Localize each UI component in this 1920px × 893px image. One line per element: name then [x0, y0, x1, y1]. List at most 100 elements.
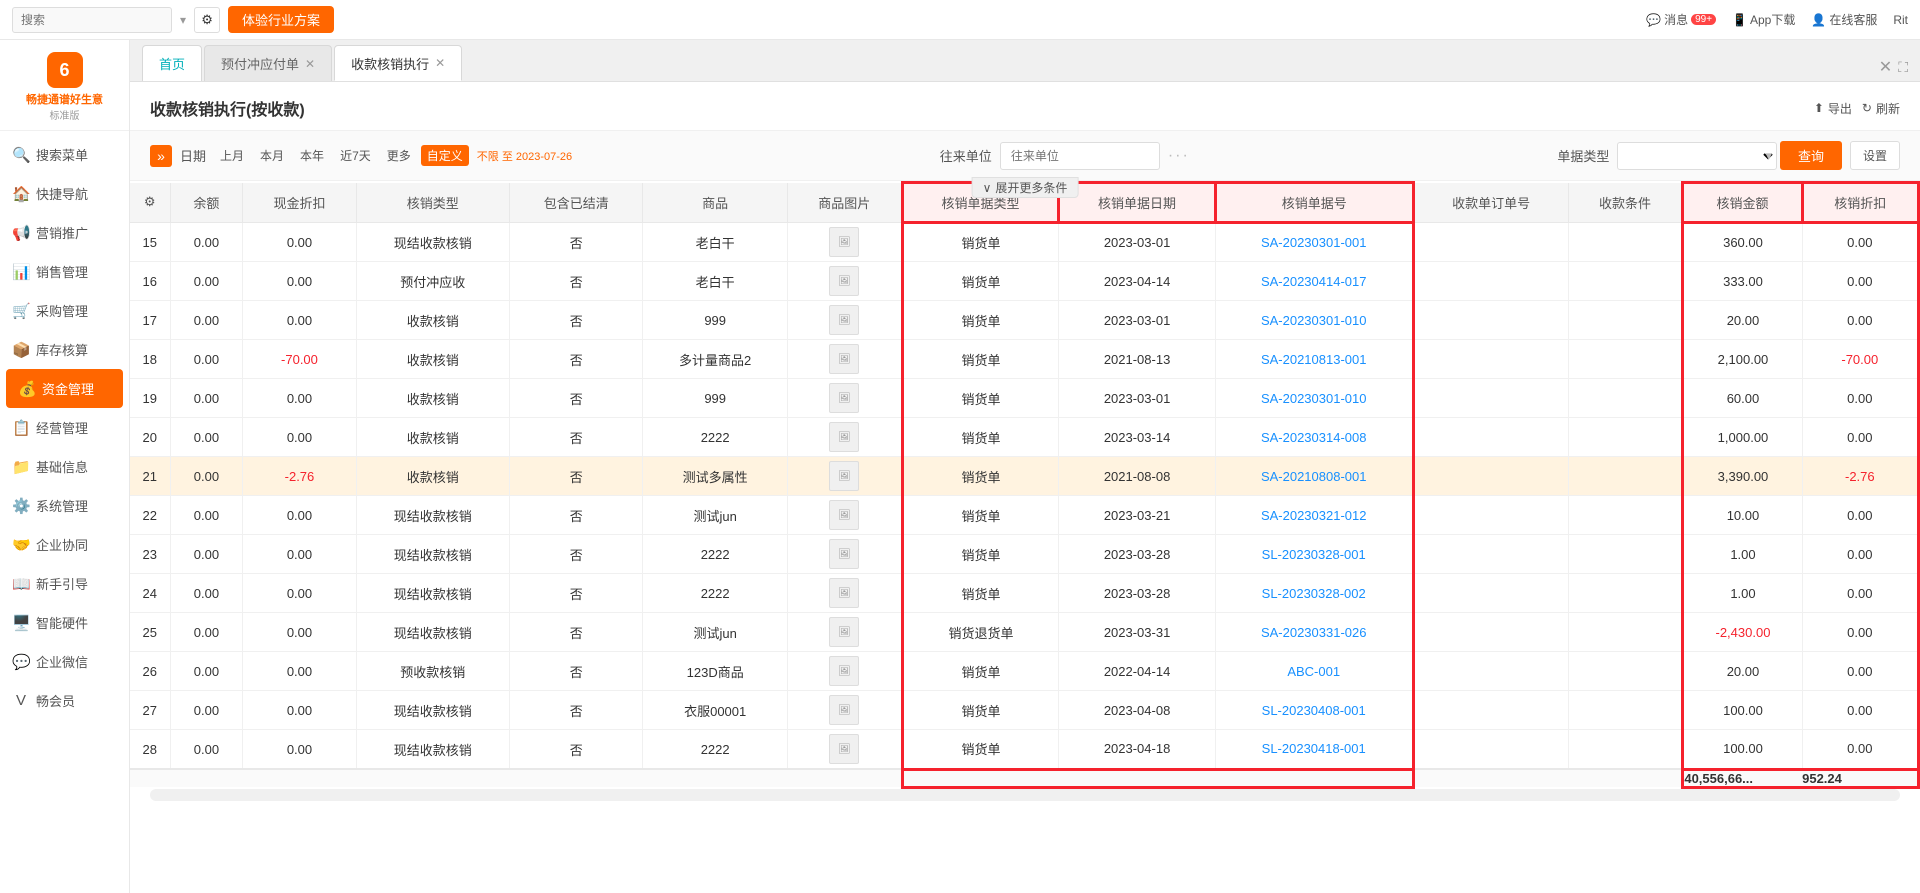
sidebar-item-member[interactable]: V 畅会员	[0, 681, 129, 720]
date-chip-more[interactable]: 更多	[381, 145, 417, 166]
sidebar-item-wechat[interactable]: 💬 企业微信	[0, 642, 129, 681]
sidebar-item-system[interactable]: ⚙️ 系统管理	[0, 486, 129, 525]
app-download-button[interactable]: 📱 App下载	[1732, 11, 1795, 28]
user-area[interactable]: Rit	[1893, 13, 1908, 27]
sidebar-item-inventory[interactable]: 📦 库存核算	[0, 330, 129, 369]
row-writeoff-type: 现结收款核销	[356, 730, 510, 770]
row-voucher-type: 销货单	[902, 340, 1059, 379]
row-writeoff-amount: 10.00	[1683, 496, 1802, 535]
counterpart-input[interactable]	[1000, 142, 1160, 170]
row-voucher-no[interactable]: SA-20230301-010	[1215, 301, 1413, 340]
row-writeoff-discount: 0.00	[1802, 691, 1918, 730]
row-voucher-type: 销货单	[902, 301, 1059, 340]
row-voucher-date: 2023-03-28	[1059, 535, 1216, 574]
row-voucher-no[interactable]: SA-20230414-017	[1215, 262, 1413, 301]
tab-home[interactable]: 首页	[142, 45, 202, 81]
row-cash-discount: 0.00	[243, 301, 356, 340]
row-voucher-no[interactable]: SA-20230321-012	[1215, 496, 1413, 535]
window-close-icon[interactable]: ✕	[1879, 57, 1892, 77]
online-service-button[interactable]: 👤 在线客服	[1811, 11, 1877, 28]
row-payment-terms	[1568, 652, 1683, 691]
row-goods: 测试多属性	[643, 457, 788, 496]
row-voucher-no[interactable]: SA-20230314-008	[1215, 418, 1413, 457]
top-search-input[interactable]	[12, 7, 172, 33]
tab-prepay-close-icon[interactable]: ✕	[305, 57, 315, 71]
date-chip-this-year[interactable]: 本年	[294, 145, 330, 166]
footer-writeoff-amount: 40,556,66...	[1683, 769, 1802, 787]
window-maximize-icon[interactable]: ⛶	[1898, 59, 1908, 76]
row-voucher-no[interactable]: SA-20210808-001	[1215, 457, 1413, 496]
column-settings-icon[interactable]: ⚙	[144, 194, 156, 209]
date-filter-group: 上月 本月 本年 近7天 更多 自定义	[214, 145, 469, 166]
row-voucher-no[interactable]: SA-20230331-026	[1215, 613, 1413, 652]
row-voucher-type: 销货单	[902, 574, 1059, 613]
row-number: 22	[130, 496, 170, 535]
row-voucher-date: 2023-03-01	[1059, 379, 1216, 418]
row-balance: 0.00	[170, 613, 243, 652]
row-payment-terms	[1568, 457, 1683, 496]
row-balance: 0.00	[170, 301, 243, 340]
tab-writeoff-close-icon[interactable]: ✕	[435, 56, 445, 70]
table-row: 150.000.00现结收款核销否老白干🖼销货单2023-03-01SA-202…	[130, 223, 1919, 262]
trial-button[interactable]: 体验行业方案	[228, 6, 334, 33]
row-balance: 0.00	[170, 574, 243, 613]
inventory-icon: 📦	[12, 341, 30, 359]
date-chip-last-month[interactable]: 上月	[214, 145, 250, 166]
filter-setting-button[interactable]: 设置	[1850, 141, 1900, 170]
sidebar-item-guide[interactable]: 📖 新手引导	[0, 564, 129, 603]
expand-filter-button[interactable]: »	[150, 145, 172, 167]
row-include-settled: 否	[510, 496, 643, 535]
row-voucher-no[interactable]: SL-20230408-001	[1215, 691, 1413, 730]
row-voucher-no[interactable]: SL-20230418-001	[1215, 730, 1413, 770]
row-receipt-order-no	[1413, 301, 1568, 340]
horizontal-scrollbar[interactable]	[150, 789, 1900, 801]
sidebar-item-operation[interactable]: 📋 经营管理	[0, 408, 129, 447]
row-payment-terms	[1568, 574, 1683, 613]
dropdown-arrow-icon[interactable]: ▾	[180, 13, 186, 27]
row-voucher-no[interactable]: SA-20230301-001	[1215, 223, 1413, 262]
row-goods-img: 🖼	[787, 613, 902, 652]
sidebar-item-search[interactable]: 🔍 搜索菜单	[0, 135, 129, 174]
table-row: 180.00-70.00收款核销否多计量商品2🖼销货单2021-08-13SA-…	[130, 340, 1919, 379]
table-body: 150.000.00现结收款核销否老白干🖼销货单2023-03-01SA-202…	[130, 223, 1919, 770]
date-chip-this-month[interactable]: 本月	[254, 145, 290, 166]
row-voucher-no[interactable]: SA-20230301-010	[1215, 379, 1413, 418]
message-button[interactable]: 💬 消息 99+	[1646, 11, 1716, 28]
row-receipt-order-no	[1413, 340, 1568, 379]
row-number: 25	[130, 613, 170, 652]
row-goods: 测试jun	[643, 613, 788, 652]
tab-writeoff[interactable]: 收款核销执行 ✕	[334, 45, 462, 81]
row-voucher-no[interactable]: SA-20210813-001	[1215, 340, 1413, 379]
tab-prepay[interactable]: 预付冲应付单 ✕	[204, 45, 332, 81]
goods-image: 🖼	[829, 539, 859, 569]
table-row: 230.000.00现结收款核销否2222🖼销货单2023-03-28SL-20…	[130, 535, 1919, 574]
query-button[interactable]: 查询	[1780, 141, 1842, 170]
col-header-settings[interactable]: ⚙	[130, 183, 170, 223]
sidebar-item-sales[interactable]: 📊 销售管理	[0, 252, 129, 291]
sidebar-item-purchase[interactable]: 🛒 采购管理	[0, 291, 129, 330]
date-chip-custom[interactable]: 自定义	[421, 145, 469, 166]
row-include-settled: 否	[510, 223, 643, 262]
guide-icon: 📖	[12, 575, 30, 593]
row-voucher-no[interactable]: SL-20230328-002	[1215, 574, 1413, 613]
row-voucher-no[interactable]: SL-20230328-001	[1215, 535, 1413, 574]
goods-image: 🖼	[829, 305, 859, 335]
refresh-button[interactable]: ↻ 刷新	[1862, 100, 1900, 117]
export-button[interactable]: ⬆ 导出	[1814, 100, 1852, 117]
sidebar-item-collab[interactable]: 🤝 企业协同	[0, 525, 129, 564]
row-writeoff-type: 现结收款核销	[356, 613, 510, 652]
sidebar-item-finance[interactable]: 💰 资金管理	[6, 369, 123, 408]
date-chip-7days[interactable]: 近7天	[334, 145, 377, 166]
voucher-type-select[interactable]	[1617, 142, 1777, 170]
sidebar-item-shortcut[interactable]: 🏠 快捷导航	[0, 174, 129, 213]
settings-gear-btn[interactable]: ⚙	[194, 7, 220, 33]
row-cash-discount: 0.00	[243, 691, 356, 730]
counterpart-dots-icon[interactable]: ···	[1168, 147, 1190, 165]
row-payment-terms	[1568, 418, 1683, 457]
row-voucher-no[interactable]: ABC-001	[1215, 652, 1413, 691]
sidebar-item-base[interactable]: 📁 基础信息	[0, 447, 129, 486]
expand-more-button[interactable]: ∨ 展开更多条件	[972, 177, 1079, 198]
goods-image: 🖼	[829, 227, 859, 257]
sidebar-item-hardware[interactable]: 🖥️ 智能硬件	[0, 603, 129, 642]
sidebar-item-marketing[interactable]: 📢 营销推广	[0, 213, 129, 252]
